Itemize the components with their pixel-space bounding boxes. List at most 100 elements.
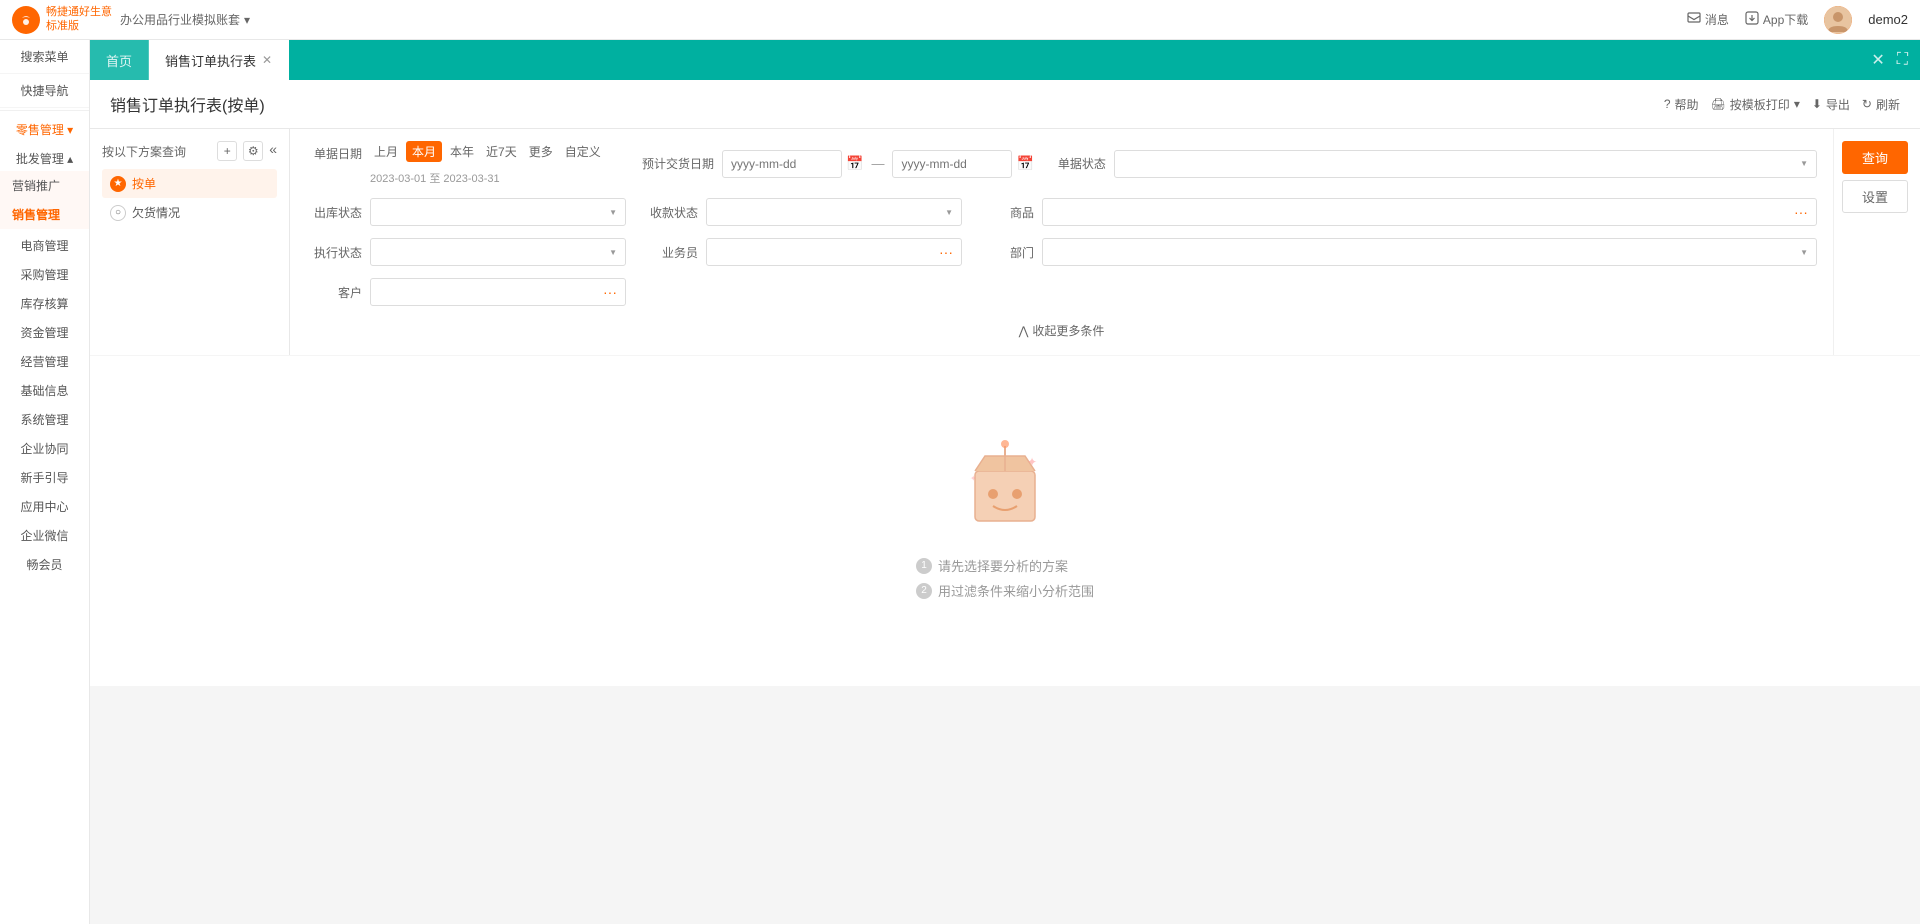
date-from-input[interactable] <box>722 150 842 178</box>
calendar-from-icon[interactable]: 📅 <box>846 155 863 172</box>
delivery-status-group: 出库状态 <box>306 198 626 226</box>
export-icon: ⬇ <box>1812 97 1822 111</box>
avatar[interactable] <box>1824 6 1852 34</box>
customer-label: 客户 <box>306 284 362 301</box>
sidebar-item-inventory[interactable]: 库存核算 <box>0 287 89 316</box>
tab-sales-order-label: 销售订单执行表 <box>165 51 256 70</box>
sidebar-item-quick-nav[interactable]: 快捷导航 <box>0 74 89 108</box>
goods-select[interactable]: ··· <box>1042 198 1817 226</box>
filter-left-nav: 按以下方案查询 + ⚙ « ★ 按单 ○ <box>90 129 290 355</box>
sidebar-item-app-center[interactable]: 应用中心 <box>0 490 89 519</box>
sidebar-sub-sales[interactable]: 销售管理 <box>0 200 89 229</box>
help-btn[interactable]: ? 帮助 <box>1664 96 1699 113</box>
sidebar-item-wholesale[interactable]: 批发管理 ▴ <box>0 142 89 171</box>
delivery-status-label: 出库状态 <box>306 204 362 221</box>
filter-row-2: 出库状态 收款状态 <box>306 198 1817 226</box>
sidebar-item-member[interactable]: 畅会员 <box>0 548 89 577</box>
sidebar-item-enterprise-wechat[interactable]: 企业微信 <box>0 519 89 548</box>
sidebar-item-onboarding[interactable]: 新手引导 <box>0 461 89 490</box>
collapse-nav-icon[interactable]: « <box>269 141 277 161</box>
tip-num-2: 2 <box>916 583 932 599</box>
sidebar-item-ecommerce[interactable]: 电商管理 <box>0 229 89 258</box>
top-header: 畅捷通好生意 标准版 办公用品行业模拟账套 ▾ 消息 App下载 demo2 <box>0 0 1920 40</box>
print-icon: 🖨 <box>1711 97 1726 111</box>
date-to-input[interactable] <box>892 150 1012 178</box>
edit-scheme-btn[interactable]: ⚙ <box>243 141 263 161</box>
filter-left-header: 按以下方案查询 + ⚙ « <box>102 141 277 161</box>
tab-home[interactable]: 首页 <box>90 40 149 80</box>
shortcut-more[interactable]: 更多 <box>525 141 557 162</box>
filter-actions-col: 查询 设置 <box>1833 129 1920 355</box>
salesperson-label: 业务员 <box>642 244 698 261</box>
payment-status-group: 收款状态 <box>642 198 962 226</box>
scheme-query-label: 按以下方案查询 <box>102 143 186 160</box>
salesperson-select[interactable]: ··· <box>706 238 962 266</box>
shortcut-custom[interactable]: 自定义 <box>561 141 605 162</box>
sidebar-item-operations[interactable]: 经营管理 <box>0 345 89 374</box>
filter-main-area: 按以下方案查询 + ⚙ « ★ 按单 ○ <box>90 129 1920 355</box>
dept-select[interactable] <box>1042 238 1817 266</box>
goods-label: 商品 <box>978 204 1034 221</box>
refresh-btn[interactable]: ↻ 刷新 <box>1862 96 1900 113</box>
logo-icon <box>12 6 40 34</box>
goods-group: 商品 ··· <box>978 198 1817 226</box>
payment-status-select[interactable] <box>706 198 962 226</box>
app-download-label: App下载 <box>1763 11 1808 28</box>
sidebar-item-search-menu[interactable]: 搜索菜单 <box>0 40 89 74</box>
svg-text:✦: ✦ <box>970 474 977 483</box>
owe-goods-icon: ○ <box>110 205 126 221</box>
press-single-label: 按单 <box>132 175 156 192</box>
tab-maximize-icon[interactable]: ⛶ <box>1893 47 1912 73</box>
calendar-to-icon[interactable]: 📅 <box>1016 155 1033 172</box>
empty-tip-1: 1 请先选择要分析的方案 <box>916 556 1094 575</box>
add-scheme-btn[interactable]: + <box>217 141 237 161</box>
customer-select[interactable]: ··· <box>370 278 626 306</box>
tab-close-window-icon[interactable]: ✕ <box>1867 46 1888 74</box>
export-btn[interactable]: ⬇ 导出 <box>1812 96 1850 113</box>
sidebar-sub-marketing[interactable]: 营销推广 <box>0 171 89 200</box>
empty-tips: 1 请先选择要分析的方案 2 用过滤条件来缩小分析范围 <box>916 556 1094 606</box>
doc-date-group: 单据日期 上月 本月 本年 近7天 更多 自定义 <box>306 141 626 186</box>
sidebar-item-finance[interactable]: 资金管理 <box>0 316 89 345</box>
filter-row-1: 单据日期 上月 本月 本年 近7天 更多 自定义 <box>306 141 1817 186</box>
message-label: 消息 <box>1705 11 1729 28</box>
sidebar-item-purchase[interactable]: 采购管理 <box>0 258 89 287</box>
header-right: 消息 App下载 demo2 <box>1687 6 1908 34</box>
print-arrow-icon: ▾ <box>1794 97 1800 111</box>
exec-status-select[interactable] <box>370 238 626 266</box>
sidebar-item-basics[interactable]: 基础信息 <box>0 374 89 403</box>
sidebar-item-enterprise[interactable]: 企业协同 <box>0 432 89 461</box>
logo-text: 畅捷通好生意 标准版 <box>46 6 112 32</box>
message-btn[interactable]: 消息 <box>1687 11 1729 28</box>
shortcut-7days[interactable]: 近7天 <box>482 141 521 162</box>
template-print-btn[interactable]: 🖨 按模板打印 ▾ <box>1711 96 1800 113</box>
date-range-text: 2023-03-01 至 2023-03-31 <box>370 170 500 186</box>
shortcut-last-month[interactable]: 上月 <box>370 141 402 162</box>
goods-select-dots-icon: ··· <box>1794 204 1808 220</box>
nav-owe-goods[interactable]: ○ 欠货情况 <box>102 198 277 227</box>
doc-status-select[interactable] <box>1114 150 1817 178</box>
tip-text-2: 用过滤条件来缩小分析范围 <box>938 581 1094 600</box>
settings-button[interactable]: 设置 <box>1842 180 1908 213</box>
salesperson-group: 业务员 ··· <box>642 238 962 266</box>
delivery-status-select[interactable] <box>370 198 626 226</box>
breadcrumb[interactable]: 办公用品行业模拟账套 ▾ <box>120 11 250 28</box>
payment-status-label: 收款状态 <box>642 204 698 221</box>
collapse-more-btn[interactable]: ⋀ 收起更多条件 <box>306 318 1817 343</box>
content-area: 首页 销售订单执行表 ✕ ✕ ⛶ 销售订单执行表(按单) ? 帮助 <box>90 40 1920 924</box>
tab-sales-order[interactable]: 销售订单执行表 ✕ <box>149 40 289 80</box>
user-name[interactable]: demo2 <box>1868 12 1908 27</box>
nav-press-single[interactable]: ★ 按单 <box>102 169 277 198</box>
tip-num-1: 1 <box>916 558 932 574</box>
sidebar-item-retail[interactable]: 零售管理 ▾ <box>0 113 89 142</box>
app-download-icon <box>1745 11 1759 28</box>
sidebar-item-system[interactable]: 系统管理 <box>0 403 89 432</box>
tab-close-icon[interactable]: ✕ <box>262 53 272 67</box>
app-download-btn[interactable]: App下载 <box>1745 11 1808 28</box>
shortcut-this-month[interactable]: 本月 <box>406 141 442 162</box>
shortcut-this-year[interactable]: 本年 <box>446 141 478 162</box>
filter-wrapper: 按以下方案查询 + ⚙ « ★ 按单 ○ <box>90 129 1920 355</box>
query-button[interactable]: 查询 <box>1842 141 1908 174</box>
page-title: 销售订单执行表(按单) <box>110 92 265 116</box>
breadcrumb-text: 办公用品行业模拟账套 <box>120 11 240 28</box>
